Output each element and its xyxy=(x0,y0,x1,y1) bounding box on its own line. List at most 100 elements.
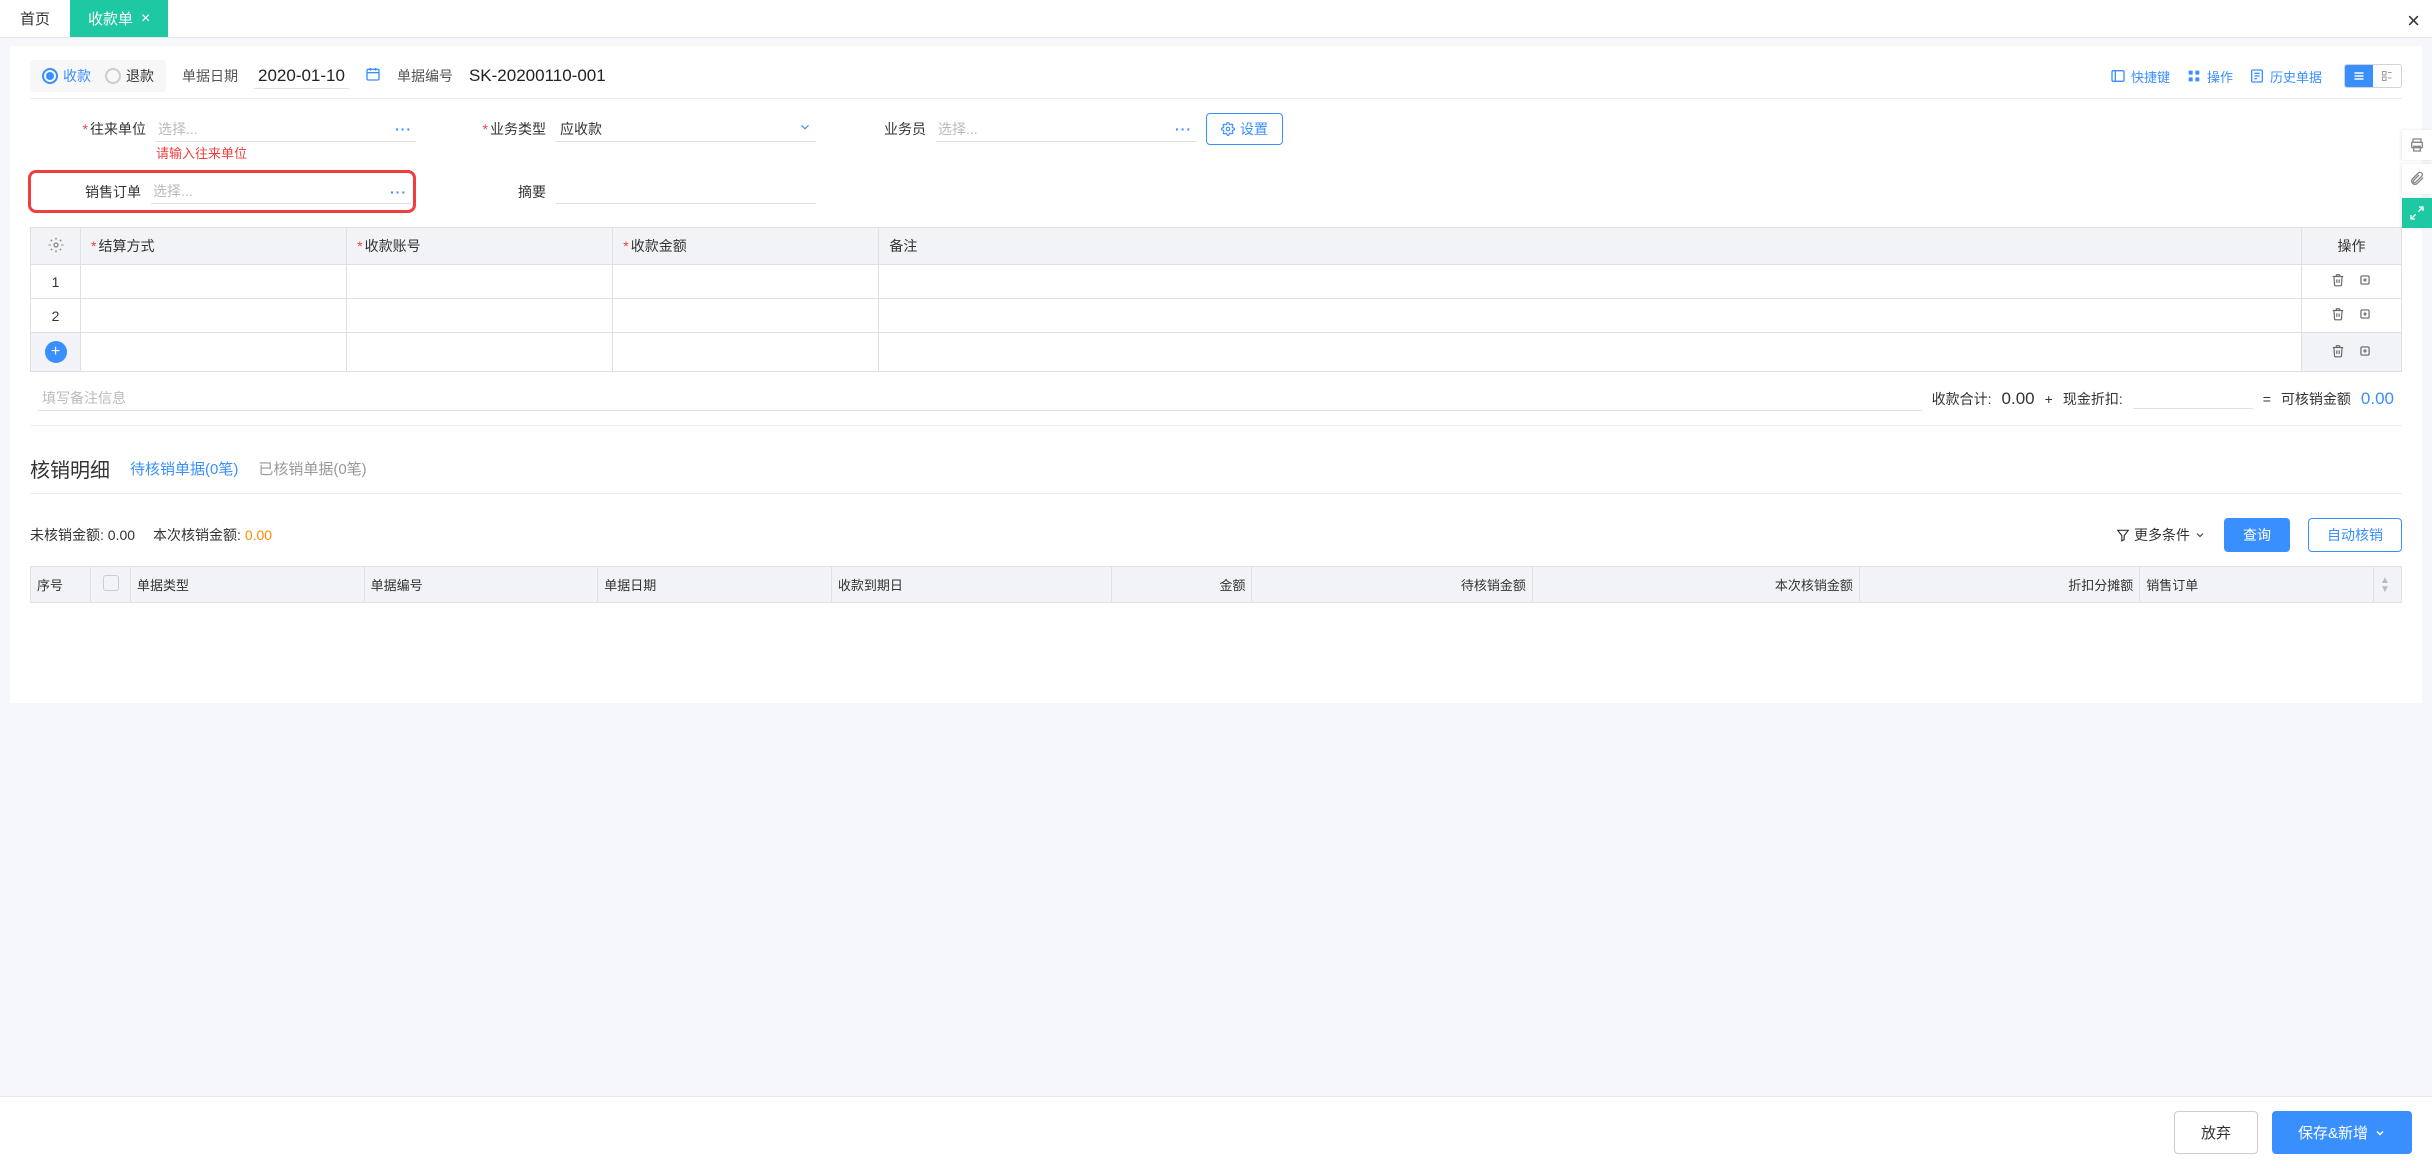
copy-icon[interactable] xyxy=(2358,345,2372,361)
history-label: 历史单据 xyxy=(2270,67,2322,86)
shortcut-button[interactable]: 快捷键 xyxy=(2110,67,2170,86)
calendar-icon[interactable] xyxy=(365,66,381,87)
filter-line: 未核销金额: 0.00 本次核销金额: 0.00 更多条件 查询 自动核销 xyxy=(30,510,2402,566)
copy-icon[interactable] xyxy=(2358,308,2372,324)
col-type[interactable]: 单据类型 xyxy=(131,567,365,603)
biztype-value: 应收款 xyxy=(560,119,602,139)
query-button[interactable]: 查询 xyxy=(2224,518,2290,552)
col-seq: 序号 xyxy=(31,567,91,603)
view-grid-icon[interactable] xyxy=(2373,65,2401,87)
partner-error: 请输入往来单位 xyxy=(156,143,416,162)
cell-amount[interactable] xyxy=(613,265,879,299)
unwritten-label: 未核销金额: 0.00 xyxy=(30,525,135,545)
tab-bar: 首页 收款单 × × xyxy=(0,0,2432,38)
discard-button[interactable]: 放弃 xyxy=(2174,1111,2258,1154)
summary-input[interactable] xyxy=(556,179,816,204)
history-button[interactable]: 历史单据 xyxy=(2249,67,2322,86)
writeoff-value: 0.00 xyxy=(2361,389,2394,409)
tab-label: 收款单 xyxy=(88,8,133,29)
plus-sign: + xyxy=(2045,391,2053,407)
form-row-2: 销售订单 ··· 摘要 xyxy=(30,170,2402,213)
cell-settle[interactable] xyxy=(81,299,347,333)
radio-icon xyxy=(105,68,121,84)
more-icon[interactable]: ··· xyxy=(390,184,407,200)
cell-remark[interactable] xyxy=(879,265,2302,299)
delete-icon[interactable] xyxy=(2331,308,2345,324)
col-no[interactable]: 单据编号 xyxy=(364,567,598,603)
section-title: 核销明细 待核销单据(0笔) 已核销单据(0笔) xyxy=(30,454,2402,494)
view-toggle xyxy=(2344,64,2402,88)
summary-label: 摘要 xyxy=(426,182,546,202)
col-current[interactable]: 本次核销金额 xyxy=(1532,567,1859,603)
equals-sign: = xyxy=(2263,391,2271,407)
checkbox-icon[interactable] xyxy=(103,575,119,591)
col-settle: *结算方式 xyxy=(81,228,347,265)
cell-account[interactable] xyxy=(347,299,613,333)
more-cond-label: 更多条件 xyxy=(2134,525,2190,545)
partner-input[interactable] xyxy=(156,117,416,142)
close-tab-icon[interactable]: × xyxy=(141,10,150,28)
operate-label: 操作 xyxy=(2207,67,2233,86)
rail-attach-icon[interactable] xyxy=(2402,164,2432,194)
col-amount[interactable]: 金额 xyxy=(1112,567,1252,603)
sales-order-highlight: 销售订单 ··· xyxy=(28,170,416,213)
settings-button[interactable]: 设置 xyxy=(1206,113,1283,145)
cell-remark[interactable] xyxy=(879,299,2302,333)
cell-account[interactable] xyxy=(347,265,613,299)
col-checkbox[interactable] xyxy=(91,567,131,603)
save-label: 保存&新增 xyxy=(2298,1122,2368,1143)
main-panel: 收款 退款 单据日期 2020-01-10 单据编号 SK-20200110-0… xyxy=(10,46,2422,703)
chevron-down-icon xyxy=(798,120,812,137)
table-row: 1 xyxy=(31,265,2402,299)
radio-refund[interactable]: 退款 xyxy=(105,66,154,86)
operate-button[interactable]: 操作 xyxy=(2186,67,2233,86)
sales-order-input[interactable] xyxy=(151,179,411,204)
gear-icon[interactable] xyxy=(31,228,81,265)
col-order[interactable]: 销售订单 xyxy=(2140,567,2374,603)
delete-icon[interactable] xyxy=(2331,274,2345,290)
radio-receive[interactable]: 收款 xyxy=(42,66,91,86)
delete-icon[interactable] xyxy=(2331,345,2345,361)
more-conditions[interactable]: 更多条件 xyxy=(2116,525,2206,545)
col-ops: 操作 xyxy=(2302,228,2402,265)
bill-date-value[interactable]: 2020-01-10 xyxy=(254,64,349,89)
more-icon[interactable]: ··· xyxy=(1175,121,1192,137)
partner-label: *往来单位 xyxy=(36,119,146,139)
col-sort[interactable]: ▲▼ xyxy=(2374,567,2402,603)
tab-home[interactable]: 首页 xyxy=(0,0,70,37)
type-radio-group: 收款 退款 xyxy=(30,60,166,92)
detail-table: 序号 单据类型 单据编号 单据日期 收款到期日 金额 待核销金额 本次核销金额 … xyxy=(30,566,2402,603)
tab-pending[interactable]: 待核销单据(0笔) xyxy=(130,458,238,479)
rail-print-icon[interactable] xyxy=(2402,130,2432,160)
add-row-icon[interactable]: + xyxy=(45,341,67,363)
salesman-label: 业务员 xyxy=(826,119,926,139)
chevron-down-icon xyxy=(2194,529,2206,541)
form-header: 收款 退款 单据日期 2020-01-10 单据编号 SK-20200110-0… xyxy=(30,60,2402,99)
salesman-input[interactable] xyxy=(936,117,1196,142)
table-add-row: + xyxy=(31,333,2402,372)
col-date[interactable]: 单据日期 xyxy=(598,567,832,603)
side-rail xyxy=(2402,130,2432,228)
col-remark: 备注 xyxy=(879,228,2302,265)
col-pending[interactable]: 待核销金额 xyxy=(1252,567,1532,603)
tab-receipt[interactable]: 收款单 × xyxy=(70,0,168,37)
save-button[interactable]: 保存&新增 xyxy=(2272,1111,2412,1154)
auto-writeoff-button[interactable]: 自动核销 xyxy=(2308,518,2402,552)
col-alloc[interactable]: 折扣分摊额 xyxy=(1859,567,2139,603)
copy-icon[interactable] xyxy=(2358,274,2372,290)
sales-order-label: 销售订单 xyxy=(31,182,141,202)
close-icon[interactable]: × xyxy=(2407,8,2420,34)
rail-expand-icon[interactable] xyxy=(2402,198,2432,228)
cell-amount[interactable] xyxy=(613,299,879,333)
discount-input[interactable] xyxy=(2133,389,2253,409)
section-title-text: 核销明细 xyxy=(30,454,110,483)
bill-no-label: 单据编号 xyxy=(397,66,453,86)
biztype-select[interactable]: 应收款 xyxy=(556,117,816,142)
tab-done[interactable]: 已核销单据(0笔) xyxy=(258,458,366,479)
view-list-icon[interactable] xyxy=(2345,65,2373,87)
cell-settle[interactable] xyxy=(81,265,347,299)
sum-label: 收款合计: xyxy=(1932,389,1992,409)
remark-input[interactable] xyxy=(38,386,1922,411)
more-icon[interactable]: ··· xyxy=(395,121,412,137)
col-due[interactable]: 收款到期日 xyxy=(831,567,1111,603)
